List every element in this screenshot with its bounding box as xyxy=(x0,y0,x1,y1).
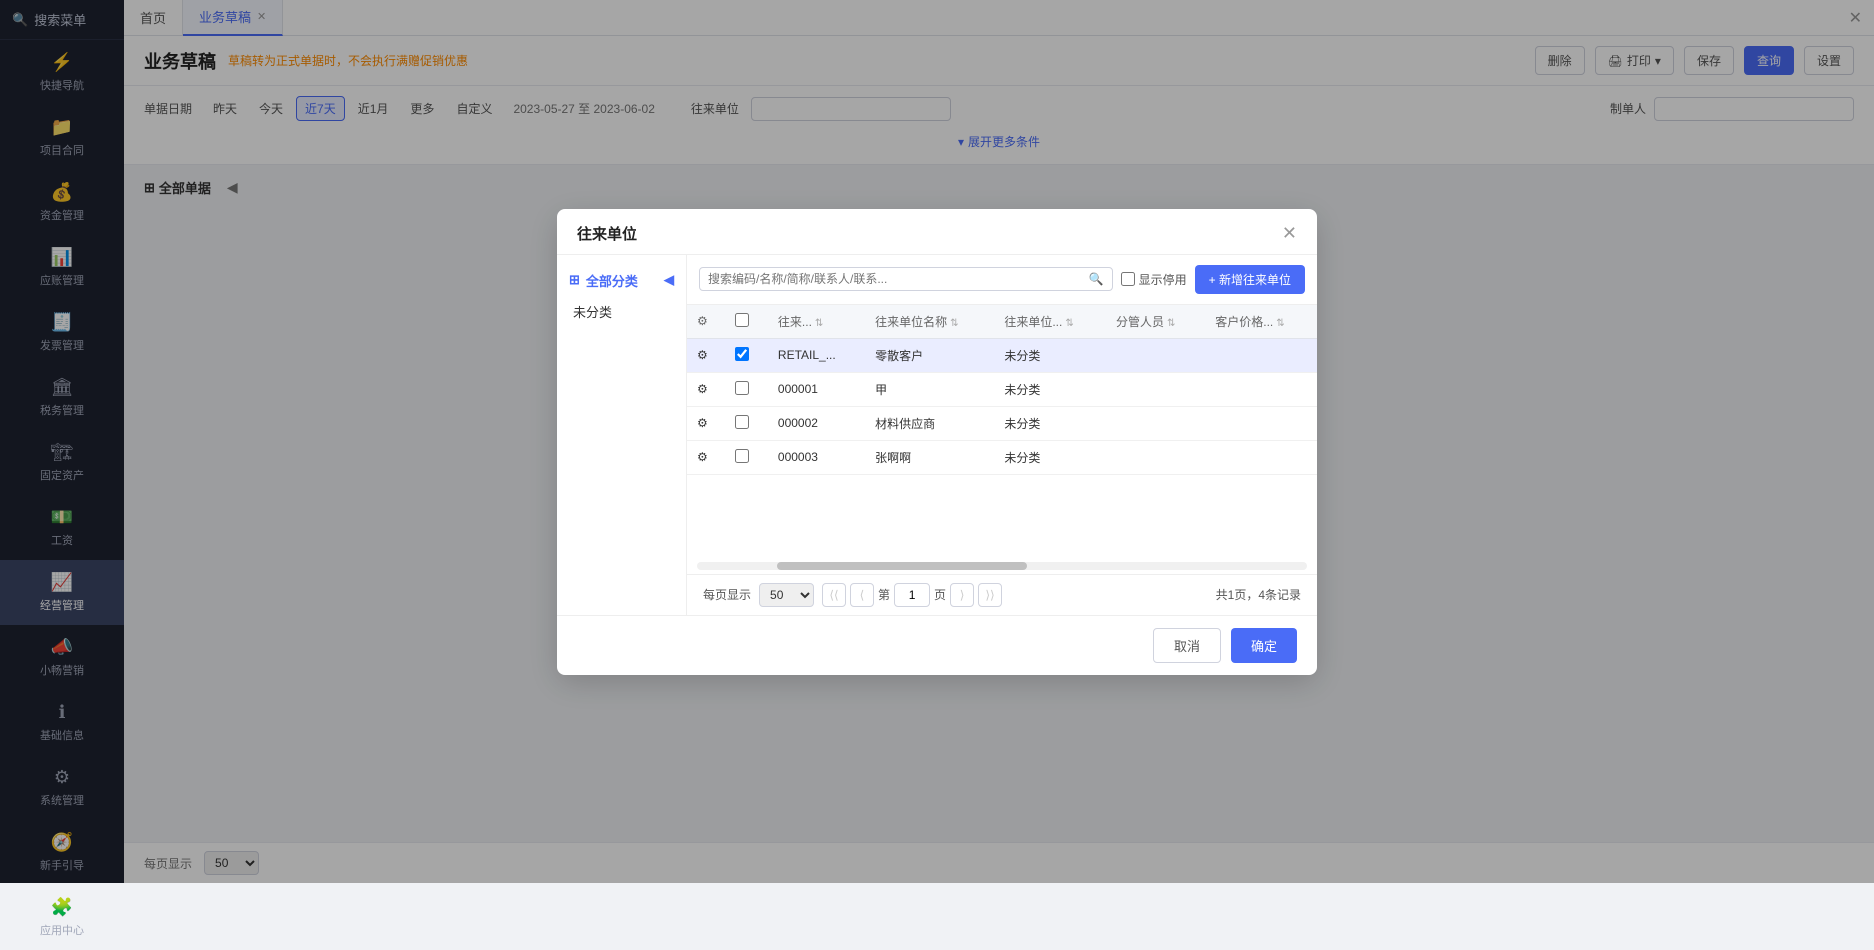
dialog-search-box[interactable]: 🔍 xyxy=(699,267,1113,291)
dialog-search-input[interactable] xyxy=(708,272,1085,286)
dialog-overlay: 往来单位 ✕ ⊞ 全部分类 ◀ 未分类 xyxy=(0,0,1874,883)
row-checkbox[interactable] xyxy=(735,415,749,429)
next-page-btn[interactable]: ⟩ xyxy=(950,583,974,607)
table-row[interactable]: ⚙ 000001 甲 未分类 xyxy=(687,372,1317,406)
per-page-label: 每页显示 xyxy=(703,586,751,603)
prev-page-btn[interactable]: ⟨ xyxy=(850,583,874,607)
category-all-label: 全部分类 xyxy=(586,271,638,290)
show-disabled-label: 显示停用 xyxy=(1139,271,1187,288)
row-settings-icon: ⚙ xyxy=(697,450,708,464)
dialog-footer: 取消 确定 xyxy=(557,615,1317,675)
last-page-btn[interactable]: ⟩⟩ xyxy=(978,583,1002,607)
row-settings-icon: ⚙ xyxy=(697,416,708,430)
row-check[interactable] xyxy=(725,440,767,474)
col-settings[interactable]: ⚙ xyxy=(687,305,725,339)
row-manager xyxy=(1106,372,1205,406)
row-price xyxy=(1205,338,1317,372)
table-row[interactable]: ⚙ 000003 张啊啊 未分类 xyxy=(687,440,1317,474)
counterpart-dialog: 往来单位 ✕ ⊞ 全部分类 ◀ 未分类 xyxy=(557,209,1317,675)
grid-small-icon: ⊞ xyxy=(569,272,580,288)
row-check[interactable] xyxy=(725,406,767,440)
confirm-button[interactable]: 确定 xyxy=(1231,628,1297,663)
row-check[interactable] xyxy=(725,372,767,406)
row-price xyxy=(1205,372,1317,406)
row-settings[interactable]: ⚙ xyxy=(687,338,725,372)
row-manager xyxy=(1106,406,1205,440)
col-code[interactable]: 往来...⇅ xyxy=(768,305,865,339)
scroll-thumb xyxy=(777,562,1027,570)
table-row[interactable]: ⚙ 000002 材料供应商 未分类 xyxy=(687,406,1317,440)
settings-icon: ⚙ xyxy=(697,314,708,328)
row-check[interactable] xyxy=(725,338,767,372)
row-code: RETAIL_... xyxy=(768,338,865,372)
select-all-checkbox[interactable] xyxy=(735,313,749,327)
page-input[interactable] xyxy=(894,583,930,607)
appstore-icon: 🧩 xyxy=(51,897,73,918)
row-name: 材料供应商 xyxy=(865,406,994,440)
counterpart-table: ⚙ 往来...⇅ 往来单位名称⇅ 往来单位...⇅ 分管人员⇅ 客户价格...⇅… xyxy=(687,305,1317,475)
row-name: 甲 xyxy=(865,372,994,406)
row-settings[interactable]: ⚙ xyxy=(687,406,725,440)
horizontal-scrollbar[interactable] xyxy=(697,562,1307,570)
sort-arrow-category: ⇅ xyxy=(1065,318,1073,329)
sidebar-item-label: 应用中心 xyxy=(40,922,84,938)
dialog-body: ⊞ 全部分类 ◀ 未分类 🔍 显示停用 xyxy=(557,255,1317,615)
row-settings[interactable]: ⚙ xyxy=(687,372,725,406)
dialog-table-scroll[interactable]: ⚙ 往来...⇅ 往来单位名称⇅ 往来单位...⇅ 分管人员⇅ 客户价格...⇅… xyxy=(687,305,1317,558)
row-price xyxy=(1205,406,1317,440)
row-checkbox[interactable] xyxy=(735,381,749,395)
row-manager xyxy=(1106,440,1205,474)
row-name: 张啊啊 xyxy=(865,440,994,474)
page-nav: ⟨⟨ ⟨ 第 页 ⟩ ⟩⟩ xyxy=(822,583,1002,607)
dialog-title: 往来单位 xyxy=(577,223,637,244)
total-records: 共1页，4条记录 xyxy=(1216,586,1301,603)
table-row[interactable]: ⚙ RETAIL_... 零散客户 未分类 xyxy=(687,338,1317,372)
row-checkbox[interactable] xyxy=(735,347,749,361)
row-code: 000003 xyxy=(768,440,865,474)
category-panel: ⊞ 全部分类 ◀ 未分类 xyxy=(557,255,687,615)
dialog-pagination: 每页显示 50 100 ⟨⟨ ⟨ 第 页 ⟩ ⟩⟩ 共1页，4条记录 xyxy=(687,574,1317,615)
dialog-header: 往来单位 ✕ xyxy=(557,209,1317,255)
sort-arrow-manager: ⇅ xyxy=(1167,318,1175,329)
row-category: 未分类 xyxy=(994,338,1106,372)
row-settings-icon: ⚙ xyxy=(697,348,708,362)
col-check[interactable] xyxy=(725,305,767,339)
page-label: 第 xyxy=(878,586,890,603)
row-price xyxy=(1205,440,1317,474)
col-category[interactable]: 往来单位...⇅ xyxy=(994,305,1106,339)
show-disabled-checkbox[interactable] xyxy=(1121,272,1135,286)
row-settings[interactable]: ⚙ xyxy=(687,440,725,474)
dialog-page-size-select[interactable]: 50 100 xyxy=(759,583,814,607)
col-manager[interactable]: 分管人员⇅ xyxy=(1106,305,1205,339)
category-unclassified-label: 未分类 xyxy=(573,305,612,320)
category-unclassified[interactable]: 未分类 xyxy=(557,296,686,327)
show-disabled-toggle[interactable]: 显示停用 xyxy=(1121,271,1187,288)
dialog-table-panel: 🔍 显示停用 + 新增往来单位 ⚙ xyxy=(687,255,1317,615)
row-code: 000001 xyxy=(768,372,865,406)
row-category: 未分类 xyxy=(994,440,1106,474)
sort-arrow-code: ⇅ xyxy=(815,318,823,329)
page-unit: 页 xyxy=(934,586,946,603)
cancel-button[interactable]: 取消 xyxy=(1153,628,1221,663)
col-name[interactable]: 往来单位名称⇅ xyxy=(865,305,994,339)
dialog-close-button[interactable]: ✕ xyxy=(1282,223,1297,244)
sidebar-item-appstore[interactable]: 🧩 应用中心 xyxy=(0,885,124,950)
dialog-toolbar-row: 🔍 显示停用 + 新增往来单位 xyxy=(687,255,1317,305)
row-settings-icon: ⚙ xyxy=(697,382,708,396)
row-manager xyxy=(1106,338,1205,372)
search-icon: 🔍 xyxy=(1089,272,1104,286)
category-all[interactable]: ⊞ 全部分类 ◀ xyxy=(557,265,686,296)
sort-arrow-price: ⇅ xyxy=(1276,318,1284,329)
col-price[interactable]: 客户价格...⇅ xyxy=(1205,305,1317,339)
row-name: 零散客户 xyxy=(865,338,994,372)
row-category: 未分类 xyxy=(994,406,1106,440)
collapse-left-icon[interactable]: ◀ xyxy=(664,272,674,288)
new-counterpart-button[interactable]: + 新增往来单位 xyxy=(1195,265,1305,294)
row-code: 000002 xyxy=(768,406,865,440)
sort-arrow-name: ⇅ xyxy=(950,318,958,329)
row-category: 未分类 xyxy=(994,372,1106,406)
row-checkbox[interactable] xyxy=(735,449,749,463)
first-page-btn[interactable]: ⟨⟨ xyxy=(822,583,846,607)
